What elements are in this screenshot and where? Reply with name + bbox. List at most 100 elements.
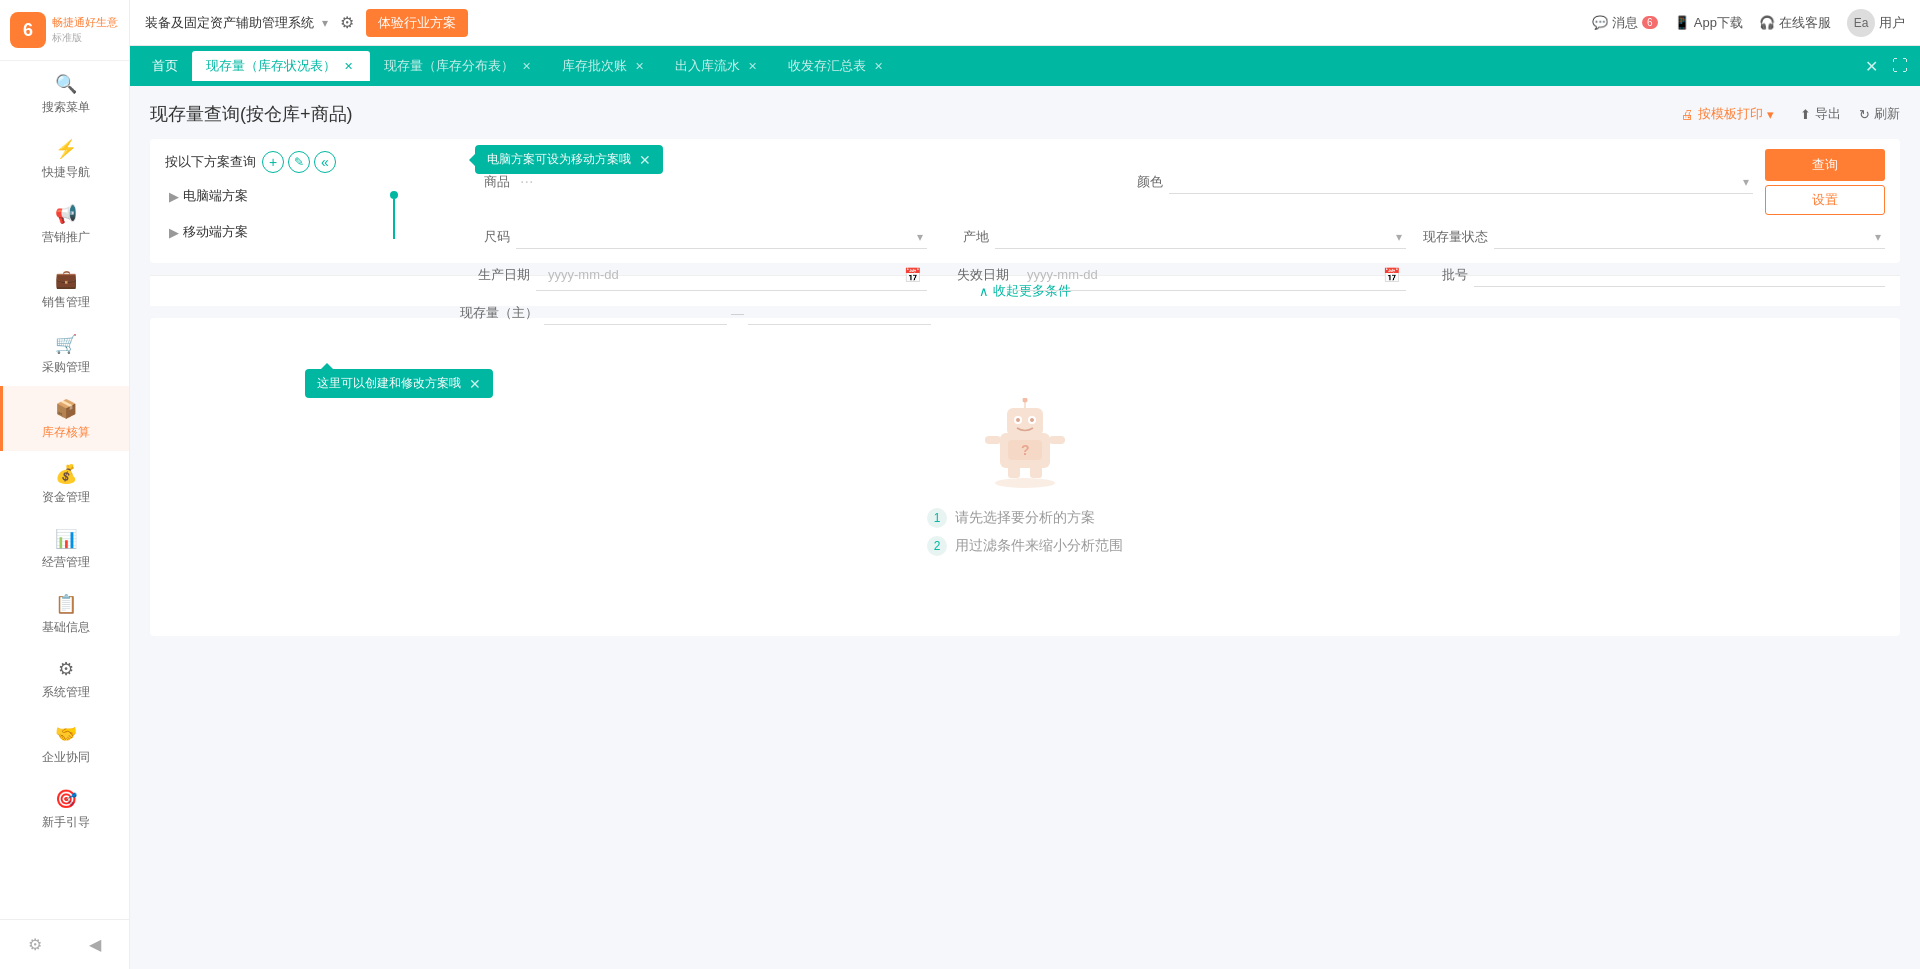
brand-text: 畅捷通好生意 标准版 [52, 15, 118, 44]
sidebar-label-sales: 销售管理 [42, 294, 90, 311]
search-btn[interactable]: 查询 [1765, 149, 1885, 181]
tab-inventory-status[interactable]: 现存量（库存状况表） ✕ [192, 51, 370, 81]
online-support-action[interactable]: 🎧 在线客服 [1759, 14, 1831, 32]
basic-icon: 📋 [55, 593, 77, 615]
expiry-date-calendar-icon[interactable]: 📅 [1383, 267, 1400, 283]
print-dropdown-icon[interactable]: ▾ [1767, 107, 1774, 122]
expiry-date-label: 失效日期 [939, 266, 1009, 284]
sidebar-item-sales[interactable]: 💼 销售管理 [0, 256, 129, 321]
tab-batch[interactable]: 库存批次账 ✕ [548, 51, 661, 81]
origin-select[interactable] [995, 225, 1406, 249]
color-select-wrapper[interactable] [1169, 170, 1754, 194]
search-icon: 🔍 [55, 73, 77, 95]
collab-icon: 🤝 [55, 723, 77, 745]
tab-inventory-dist[interactable]: 现存量（库存分布表） ✕ [370, 51, 548, 81]
message-action[interactable]: 💬 消息 6 [1592, 14, 1658, 32]
top-header: 装备及固定资产辅助管理系统 ▾ ⚙ 体验行业方案 💬 消息 6 📱 App下载 … [130, 0, 1920, 46]
robot-illustration: ? [975, 398, 1075, 488]
stock-qty-min-input[interactable] [544, 301, 727, 325]
scheme-group-expand[interactable]: ▶ [169, 189, 179, 204]
scheme-group-mobile-expand[interactable]: ▶ [169, 225, 179, 240]
size-select[interactable] [516, 225, 927, 249]
inventory-icon: 📦 [55, 398, 77, 420]
title-actions: 🖨 按模板打印 ▾ ⬆ 导出 ↻ 刷新 [1673, 101, 1900, 127]
sidebar-item-finance[interactable]: 💰 资金管理 [0, 451, 129, 516]
stock-qty-field: 现存量（主） — [460, 301, 931, 325]
print-icon: 🖨 [1681, 107, 1694, 122]
mobile-icon: 📱 [1674, 15, 1690, 30]
size-select-wrapper[interactable] [516, 225, 927, 249]
batch-input[interactable] [1474, 263, 1885, 287]
prod-date-input[interactable] [542, 263, 900, 286]
stock-qty-range: — [544, 301, 931, 325]
scheme-edit-tooltip: 这里可以创建和修改方案哦 ✕ [305, 369, 493, 398]
stock-status-select[interactable] [1494, 225, 1885, 249]
tab-fullscreen-icon[interactable]: ⛶ [1888, 53, 1912, 80]
tab-summary[interactable]: 收发存汇总表 ✕ [774, 51, 900, 81]
tab-close-all-icon[interactable]: ✕ [1861, 53, 1882, 80]
sidebar-label-operation: 经营管理 [42, 554, 90, 571]
tab-inventory-status-close[interactable]: ✕ [341, 59, 356, 74]
goods-dots[interactable]: ··· [516, 173, 537, 191]
stock-qty-max-input[interactable] [748, 301, 931, 325]
marketing-icon: 📢 [55, 203, 77, 225]
sidebar-item-collab[interactable]: 🤝 企业协同 [0, 711, 129, 776]
setting-btn[interactable]: 设置 [1765, 185, 1885, 215]
stock-status-select-wrapper[interactable] [1494, 225, 1885, 249]
footer-collapse-btn[interactable]: ◀ [84, 930, 106, 959]
svg-text:?: ? [1021, 442, 1030, 458]
tab-flow[interactable]: 出入库流水 ✕ [661, 51, 774, 81]
color-select[interactable] [1169, 170, 1754, 194]
origin-select-wrapper[interactable] [995, 225, 1406, 249]
tab-home[interactable]: 首页 [138, 51, 192, 81]
scheme-tooltip-text: 电脑方案可设为移动方案哦 [487, 151, 631, 168]
tab-inventory-dist-close[interactable]: ✕ [519, 59, 534, 74]
refresh-btn[interactable]: ↻ 刷新 [1859, 105, 1900, 123]
sidebar-item-inventory[interactable]: 📦 库存核算 [0, 386, 129, 451]
prod-date-field: 生产日期 📅 [460, 259, 927, 291]
sidebar-item-operation[interactable]: 📊 经营管理 [0, 516, 129, 581]
edit-scheme-btn[interactable]: ✎ [288, 151, 310, 173]
sidebar-item-system[interactable]: ⚙ 系统管理 [0, 646, 129, 711]
template-print-btn[interactable]: 🖨 按模板打印 ▾ [1673, 101, 1782, 127]
app-download-action[interactable]: 📱 App下载 [1674, 14, 1743, 32]
sidebar-item-search[interactable]: 🔍 搜索菜单 [0, 61, 129, 126]
trial-button[interactable]: 体验行业方案 [366, 9, 468, 37]
system-dropdown-icon[interactable]: ▾ [322, 16, 328, 30]
add-scheme-btn[interactable]: + [262, 151, 284, 173]
step-num-2: 2 [927, 536, 947, 556]
filter-scheme-row: 按以下方案查询 + ✎ « [165, 151, 336, 173]
sidebar-item-basic[interactable]: 📋 基础信息 [0, 581, 129, 646]
tab-flow-close[interactable]: ✕ [745, 59, 760, 74]
prod-date-calendar-icon[interactable]: 📅 [904, 267, 921, 283]
footer-settings-btn[interactable]: ⚙ [23, 930, 47, 959]
user-action[interactable]: Ea 用户 [1847, 9, 1905, 37]
sidebar-footer: ⚙ ◀ [0, 919, 129, 969]
svg-rect-11 [985, 436, 1001, 444]
expiry-date-input[interactable] [1021, 263, 1379, 286]
message-icon: 💬 [1592, 15, 1608, 30]
sidebar-item-nav[interactable]: ⚡ 快捷导航 [0, 126, 129, 191]
action-btns: 查询 设置 [1765, 149, 1885, 215]
sidebar-item-purchase[interactable]: 🛒 采购管理 [0, 321, 129, 386]
svg-rect-2 [1007, 408, 1043, 436]
tab-summary-close[interactable]: ✕ [871, 59, 886, 74]
color-label: 颜色 [1113, 173, 1163, 191]
export-btn[interactable]: ⬆ 导出 [1792, 101, 1849, 127]
refresh-label: 刷新 [1874, 105, 1900, 123]
sidebar-label-system: 系统管理 [42, 684, 90, 701]
empty-state-icon: ? [975, 398, 1075, 488]
step-num-1: 1 [927, 508, 947, 528]
settings-icon[interactable]: ⚙ [336, 9, 358, 36]
sidebar-item-guide[interactable]: 🎯 新手引导 [0, 776, 129, 841]
tab-batch-close[interactable]: ✕ [632, 59, 647, 74]
system-name: 装备及固定资产辅助管理系统 [145, 14, 314, 32]
scheme-tooltip-close[interactable]: ✕ [639, 152, 651, 168]
filter-area: 按以下方案查询 + ✎ « 电脑方案可设为移动方案哦 ✕ [150, 139, 1900, 263]
sidebar-item-marketing[interactable]: 📢 营销推广 [0, 191, 129, 256]
prev-scheme-btn[interactable]: « [314, 151, 336, 173]
empty-state: ? 1 请先选择要分析的方案 2 用过滤条件来缩小分析范围 [150, 318, 1900, 636]
scheme-group-desktop-label: 电脑端方案 [183, 187, 248, 205]
empty-step-1: 1 请先选择要分析的方案 [927, 508, 1123, 528]
scheme-edit-tooltip-close[interactable]: ✕ [469, 376, 481, 392]
